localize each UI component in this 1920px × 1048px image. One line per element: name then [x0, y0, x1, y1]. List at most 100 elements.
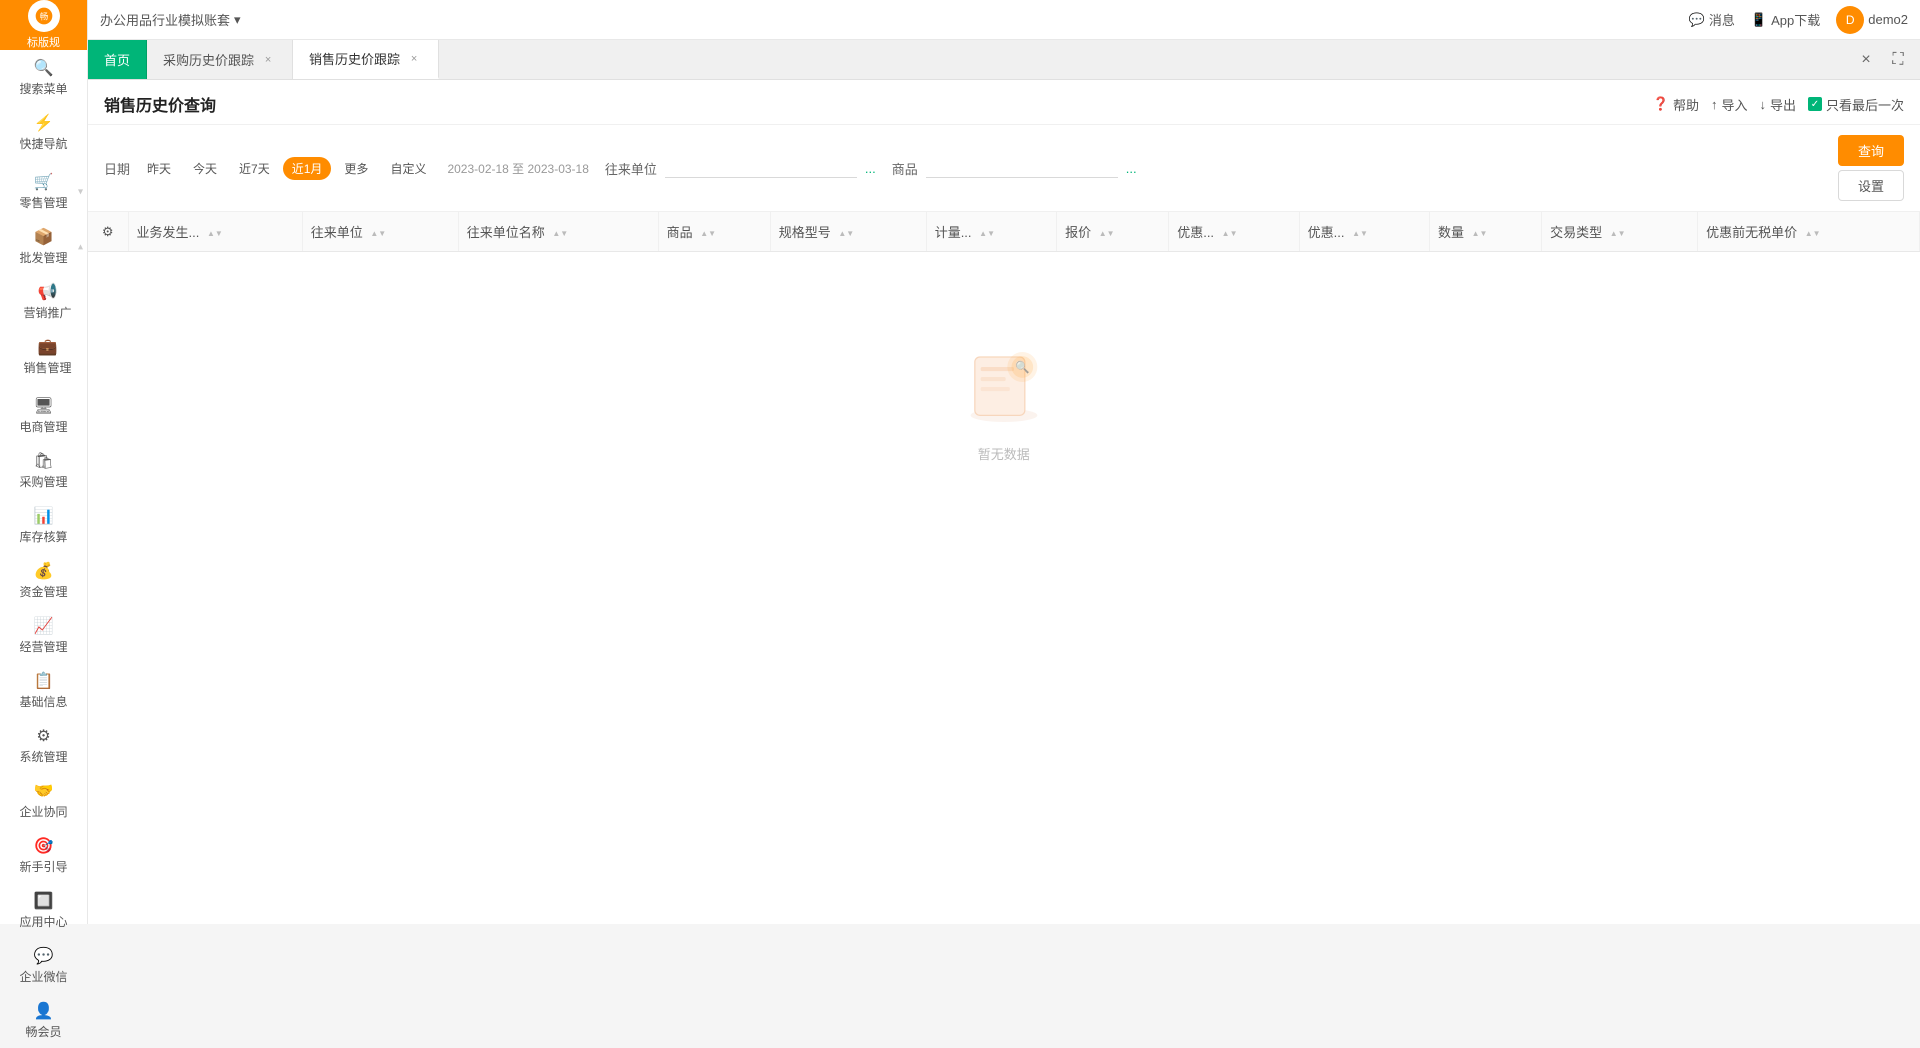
empty-text: 暂无数据 — [978, 444, 1030, 463]
sidebar-item-sales[interactable]: 💼 销售管理 — [0, 329, 87, 384]
sidebar-item-wholesale[interactable]: 📦 批发管理 ▴ — [0, 219, 87, 274]
operations-icon: 📈 — [34, 616, 54, 636]
goods-dots[interactable]: ... — [1126, 161, 1137, 176]
close-window-button[interactable]: × — [1852, 46, 1880, 74]
sidebar-item-enterprise[interactable]: 🤝 企业协同 — [0, 773, 87, 828]
page-title: 销售历史价查询 — [104, 92, 216, 116]
th-settings[interactable]: ⚙ — [88, 212, 128, 252]
th-biz-date[interactable]: 业务发生... ▲▼ — [128, 212, 302, 252]
sidebar-item-marketing[interactable]: 📢 营销推广 — [0, 274, 87, 329]
sort-arrows-icon: ▲▼ — [1099, 230, 1115, 238]
inventory-icon: 📊 — [34, 506, 54, 526]
th-discount1[interactable]: 优惠... ▲▼ — [1169, 212, 1299, 252]
page-header-actions: ❓ 帮助 ↑ 导入 ↓ 导出 ✓ 只看最后一次 — [1653, 95, 1904, 114]
top-bar: 办公用品行业模拟账套 ▾ 💬 消息 📱 App下载 D demo2 — [88, 0, 1920, 40]
sidebar-item-finance[interactable]: 💰 资金管理 — [0, 553, 87, 608]
industry-selector[interactable]: 办公用品行业模拟账套 ▾ — [100, 10, 241, 29]
sidebar-item-ecommerce[interactable]: 🖥 电商管理 — [0, 388, 87, 443]
sort-arrows-icon: ▲▼ — [838, 230, 854, 238]
date-pill-last7[interactable]: 近7天 — [230, 157, 279, 180]
sidebar-item-label: 企业协同 — [19, 803, 67, 820]
partner-label: 往来单位 — [605, 159, 657, 178]
th-partner-name[interactable]: 往来单位名称 ▲▼ — [458, 212, 658, 252]
date-pill-yesterday[interactable]: 昨天 — [138, 157, 180, 180]
date-pill-custom[interactable]: 自定义 — [381, 157, 435, 180]
th-price-label: 报价 — [1065, 225, 1091, 240]
th-quantity[interactable]: 数量 ▲▼ — [1429, 212, 1541, 252]
purchase-icon: 🛍 — [33, 451, 53, 471]
help-icon: ❓ — [1653, 96, 1669, 112]
username-label: demo2 — [1868, 12, 1908, 27]
sidebar-item-newbie[interactable]: 🎯 新手引导 — [0, 828, 87, 883]
tab-purchase-close[interactable]: × — [260, 52, 276, 68]
export-icon: ↓ — [1759, 97, 1766, 112]
app-download-action[interactable]: 📱 App下载 — [1751, 10, 1820, 29]
tab-bar: 首页 采购历史价跟踪 × 销售历史价跟踪 × × ⛶ — [88, 40, 1920, 80]
app-download-label: App下载 — [1771, 10, 1820, 29]
sort-arrows-icon: ▲▼ — [1472, 230, 1488, 238]
sidebar-item-member[interactable]: 👤 畅会员 — [0, 993, 87, 1048]
sidebar-item-app-center[interactable]: 🔲 应用中心 — [0, 883, 87, 938]
import-action[interactable]: ↑ 导入 — [1711, 95, 1748, 114]
sidebar-item-retail[interactable]: 🛒 零售管理 ▾ — [0, 164, 87, 219]
partner-dots[interactable]: ... — [865, 161, 876, 176]
sort-arrows-icon: ▲▼ — [979, 230, 995, 238]
date-pill-last1m[interactable]: 近1月 — [283, 157, 332, 180]
date-label: 日期 — [104, 159, 130, 178]
date-pill-more[interactable]: 更多 — [335, 157, 377, 180]
th-price[interactable]: 报价 ▲▼ — [1057, 212, 1169, 252]
finance-icon: 💰 — [34, 561, 54, 581]
avatar: D — [1836, 6, 1864, 34]
th-no-tax-price-label: 优惠前无税单价 — [1706, 225, 1797, 240]
sidebar-item-inventory[interactable]: 📊 库存核算 — [0, 498, 87, 553]
import-icon: ↑ — [1711, 97, 1718, 112]
sidebar-item-wechat[interactable]: 💬 企业微信 — [0, 938, 87, 993]
sidebar-item-purchase[interactable]: 🛍 采购管理 — [0, 443, 87, 498]
tab-sales-history[interactable]: 销售历史价跟踪 × — [293, 40, 439, 79]
sidebar-item-label: 营销推广 — [23, 304, 71, 321]
tab-purchase-history[interactable]: 采购历史价跟踪 × — [147, 40, 293, 79]
help-action[interactable]: ❓ 帮助 — [1653, 95, 1699, 114]
date-pill-today[interactable]: 今天 — [184, 157, 226, 180]
sidebar-item-basic-info[interactable]: 📋 基础信息 — [0, 663, 87, 718]
sidebar-item-quick-nav[interactable]: ⚡ 快捷导航 — [0, 105, 87, 160]
th-unit[interactable]: 计量... ▲▼ — [926, 212, 1056, 252]
sidebar-item-label: 畅会员 — [25, 1023, 61, 1040]
sidebar-item-label: 库存核算 — [19, 528, 67, 545]
message-action[interactable]: 💬 消息 — [1689, 10, 1735, 29]
th-spec[interactable]: 规格型号 ▲▼ — [770, 212, 926, 252]
goods-input[interactable] — [926, 158, 1118, 178]
main-area: 办公用品行业模拟账套 ▾ 💬 消息 📱 App下载 D demo2 首页 采购历… — [88, 0, 1920, 924]
query-button[interactable]: 查询 — [1838, 135, 1904, 166]
sidebar-item-operations[interactable]: 📈 经营管理 — [0, 608, 87, 663]
wholesale-icon: 📦 — [34, 227, 54, 247]
th-unit-label: 计量... — [935, 225, 972, 240]
goods-label: 商品 — [892, 159, 918, 178]
table-body: 🔍 暂无数据 — [88, 252, 1920, 544]
th-trade-type[interactable]: 交易类型 ▲▼ — [1542, 212, 1698, 252]
th-discount2[interactable]: 优惠... ▲▼ — [1299, 212, 1429, 252]
only-last-checkbox[interactable]: ✓ 只看最后一次 — [1808, 95, 1904, 114]
sidebar-item-system[interactable]: ⚙ 系统管理 — [0, 718, 87, 773]
sort-arrows-icon: ▲▼ — [1805, 230, 1821, 238]
logo-icon: 畅 — [28, 0, 60, 32]
settings-button[interactable]: 设置 — [1838, 170, 1904, 201]
tab-home[interactable]: 首页 — [88, 40, 147, 79]
industry-label: 办公用品行业模拟账套 — [100, 10, 230, 29]
partner-input[interactable] — [665, 158, 857, 178]
th-no-tax-price[interactable]: 优惠前无税单价 ▲▼ — [1698, 212, 1920, 252]
sidebar-item-label: 零售管理 — [19, 194, 67, 211]
user-action[interactable]: D demo2 — [1836, 6, 1908, 34]
message-icon: 💬 — [1689, 12, 1705, 28]
enterprise-icon: 🤝 — [34, 781, 54, 801]
sidebar-item-label: 系统管理 — [19, 748, 67, 765]
th-partner-code[interactable]: 往来单位 ▲▼ — [302, 212, 458, 252]
export-action[interactable]: ↓ 导出 — [1759, 95, 1796, 114]
filter-bar: 日期 昨天 今天 近7天 近1月 更多 自定义 2023-02-18 至 202… — [88, 125, 1920, 212]
th-goods-label: 商品 — [667, 225, 693, 240]
sidebar-item-search-menu[interactable]: 🔍 搜索菜单 — [0, 50, 87, 105]
table-header: ⚙ 业务发生... ▲▼ 往来单位 ▲▼ 往来单位名称 ▲▼ — [88, 212, 1920, 252]
tab-sales-close[interactable]: × — [406, 51, 422, 67]
fullscreen-button[interactable]: ⛶ — [1884, 46, 1912, 74]
th-goods[interactable]: 商品 ▲▼ — [658, 212, 770, 252]
